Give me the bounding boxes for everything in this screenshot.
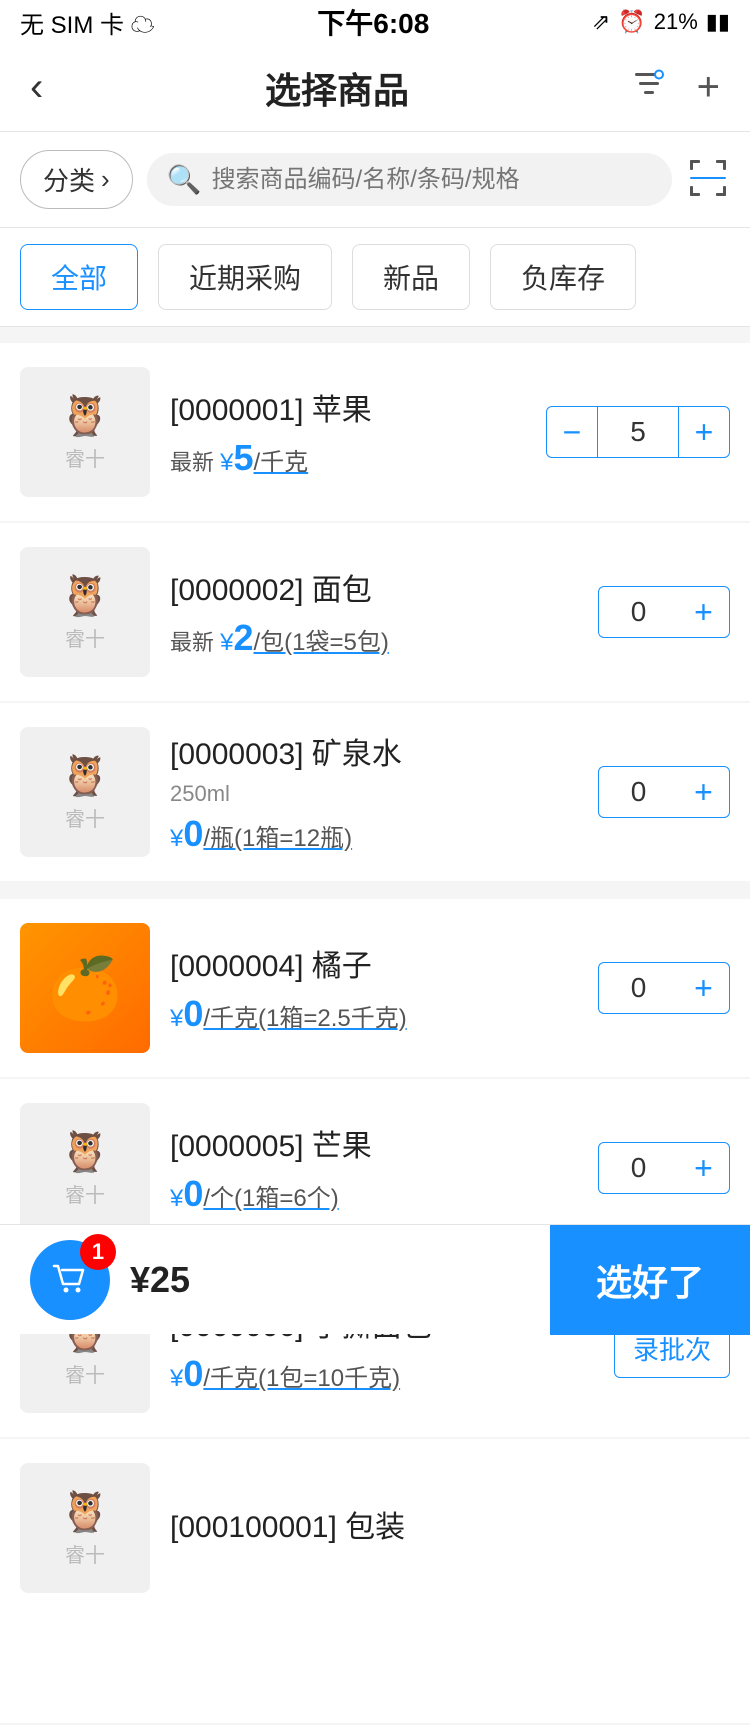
search-input[interactable]	[212, 166, 652, 194]
product-list: 🦉 睿十 [0000001] 苹果 最新 ¥5/千克 − + 🦉 睿十 [000…	[0, 343, 750, 1723]
product-price: ¥0/千克(1包=10千克)	[170, 1353, 594, 1395]
divider-2	[0, 883, 750, 899]
product-image-000100001: 🦉 睿十	[20, 1463, 150, 1593]
tab-all[interactable]: 全部	[20, 244, 138, 310]
owl-icon: 🦉	[60, 1488, 110, 1535]
product-price: ¥0/瓶(1箱=12瓶)	[170, 813, 578, 855]
qty-plus-button[interactable]: +	[678, 586, 730, 638]
category-label: 分类	[43, 161, 95, 198]
location-icon: ⇗	[592, 9, 610, 35]
qty-minus-button[interactable]: −	[546, 406, 598, 458]
cart-total: ¥25	[130, 1259, 190, 1301]
list-item: 🦉 睿十 [000100001] 包装	[0, 1439, 750, 1723]
alarm-icon: ⏰	[618, 9, 645, 35]
product-name: [0000004] 橘子	[170, 941, 578, 985]
list-item: 🦉 睿十 [0000002] 面包 最新 ¥2/包(1袋=5包) +	[0, 523, 750, 701]
product-image-0000005: 🦉 睿十	[20, 1103, 150, 1233]
qty-control-0000005: +	[598, 1142, 730, 1194]
tab-new[interactable]: 新品	[352, 244, 470, 310]
qty-input[interactable]	[598, 962, 678, 1014]
search-box: 🔍	[147, 153, 672, 206]
add-button[interactable]: +	[697, 65, 720, 110]
product-price: 最新 ¥5/千克	[170, 437, 526, 479]
owl-icon: 🦉	[60, 572, 110, 619]
status-right: ⇗ ⏰ 21% ▮▮	[592, 9, 730, 35]
filter-bar: 分类 › 🔍	[0, 132, 750, 228]
product-price: ¥0/千克(1箱=2.5千克)	[170, 993, 578, 1035]
nav-bar: ‹ 选择商品 +	[0, 44, 750, 132]
product-info-0000005: [0000005] 芒果 ¥0/个(1箱=6个)	[170, 1121, 578, 1215]
status-left: 无 SIM 卡 ☁	[20, 5, 155, 40]
tab-bar: 全部 近期采购 新品 负库存	[0, 228, 750, 327]
search-icon: 🔍	[167, 163, 202, 196]
cart-icon-wrap[interactable]: 1	[30, 1240, 110, 1320]
qty-plus-button[interactable]: +	[678, 1142, 730, 1194]
list-item: 🦉 睿十 [0000001] 苹果 最新 ¥5/千克 − +	[0, 343, 750, 521]
product-image-0000003: 🦉 睿十	[20, 727, 150, 857]
qty-plus-button[interactable]: +	[678, 766, 730, 818]
page-title: 选择商品	[265, 62, 409, 114]
product-info-0000001: [0000001] 苹果 最新 ¥5/千克	[170, 385, 526, 479]
qty-plus-button[interactable]: +	[678, 406, 730, 458]
qty-input[interactable]	[598, 1142, 678, 1194]
product-image-0000002: 🦉 睿十	[20, 547, 150, 677]
cart-badge: 1	[80, 1234, 116, 1270]
scan-icon	[686, 156, 730, 200]
status-time: 下午6:08	[317, 2, 429, 42]
qty-input[interactable]	[598, 406, 678, 458]
product-name: [0000005] 芒果	[170, 1121, 578, 1165]
product-image-0000004: 🍊	[20, 923, 150, 1053]
tab-negative[interactable]: 负库存	[490, 244, 636, 310]
product-price: ¥0/个(1箱=6个)	[170, 1173, 578, 1215]
battery-icon: ▮▮	[706, 9, 730, 35]
qty-control-0000001: − +	[546, 406, 730, 458]
sim-label: 无 SIM 卡 ☁	[20, 5, 155, 40]
chevron-right-icon: ›	[101, 164, 110, 195]
product-info-0000004: [0000004] 橘子 ¥0/千克(1箱=2.5千克)	[170, 941, 578, 1035]
divider-1	[0, 327, 750, 343]
bottom-bar: 1 ¥25 选好了	[0, 1224, 750, 1334]
product-name: [0000003] 矿泉水	[170, 729, 578, 773]
qty-control-0000003: +	[598, 766, 730, 818]
nav-right-actions: +	[631, 65, 720, 110]
tab-recent[interactable]: 近期采购	[158, 244, 332, 310]
scan-button[interactable]	[686, 156, 730, 203]
list-item: 🦉 睿十 [0000003] 矿泉水 250ml ¥0/瓶(1箱=12瓶) +	[0, 703, 750, 881]
battery-label: 21%	[654, 9, 698, 35]
qty-control-0000002: +	[598, 586, 730, 638]
category-button[interactable]: 分类 ›	[20, 150, 133, 209]
product-name: [000100001] 包装	[170, 1502, 730, 1546]
product-spec: 250ml	[170, 781, 578, 807]
filter-button[interactable]	[631, 65, 667, 110]
qty-control-0000004: +	[598, 962, 730, 1014]
back-button[interactable]: ‹	[30, 65, 43, 110]
product-info-0000002: [0000002] 面包 最新 ¥2/包(1袋=5包)	[170, 565, 578, 659]
product-info-0000003: [0000003] 矿泉水 250ml ¥0/瓶(1箱=12瓶)	[170, 729, 578, 855]
qty-plus-button[interactable]: +	[678, 962, 730, 1014]
cart-area: 1 ¥25	[0, 1240, 550, 1320]
product-price: 最新 ¥2/包(1袋=5包)	[170, 617, 578, 659]
owl-icon: 🦉	[60, 1128, 110, 1175]
owl-icon: 🦉	[60, 392, 110, 439]
list-item: 🍊 [0000004] 橘子 ¥0/千克(1箱=2.5千克) +	[0, 899, 750, 1077]
qty-input[interactable]	[598, 586, 678, 638]
owl-icon: 🦉	[60, 752, 110, 799]
confirm-button[interactable]: 选好了	[550, 1225, 750, 1335]
product-image-0000001: 🦉 睿十	[20, 367, 150, 497]
product-name: [0000001] 苹果	[170, 385, 526, 429]
qty-input[interactable]	[598, 766, 678, 818]
product-name: [0000002] 面包	[170, 565, 578, 609]
product-info-000100001: [000100001] 包装	[170, 1502, 730, 1554]
status-bar: 无 SIM 卡 ☁ 下午6:08 ⇗ ⏰ 21% ▮▮	[0, 0, 750, 44]
